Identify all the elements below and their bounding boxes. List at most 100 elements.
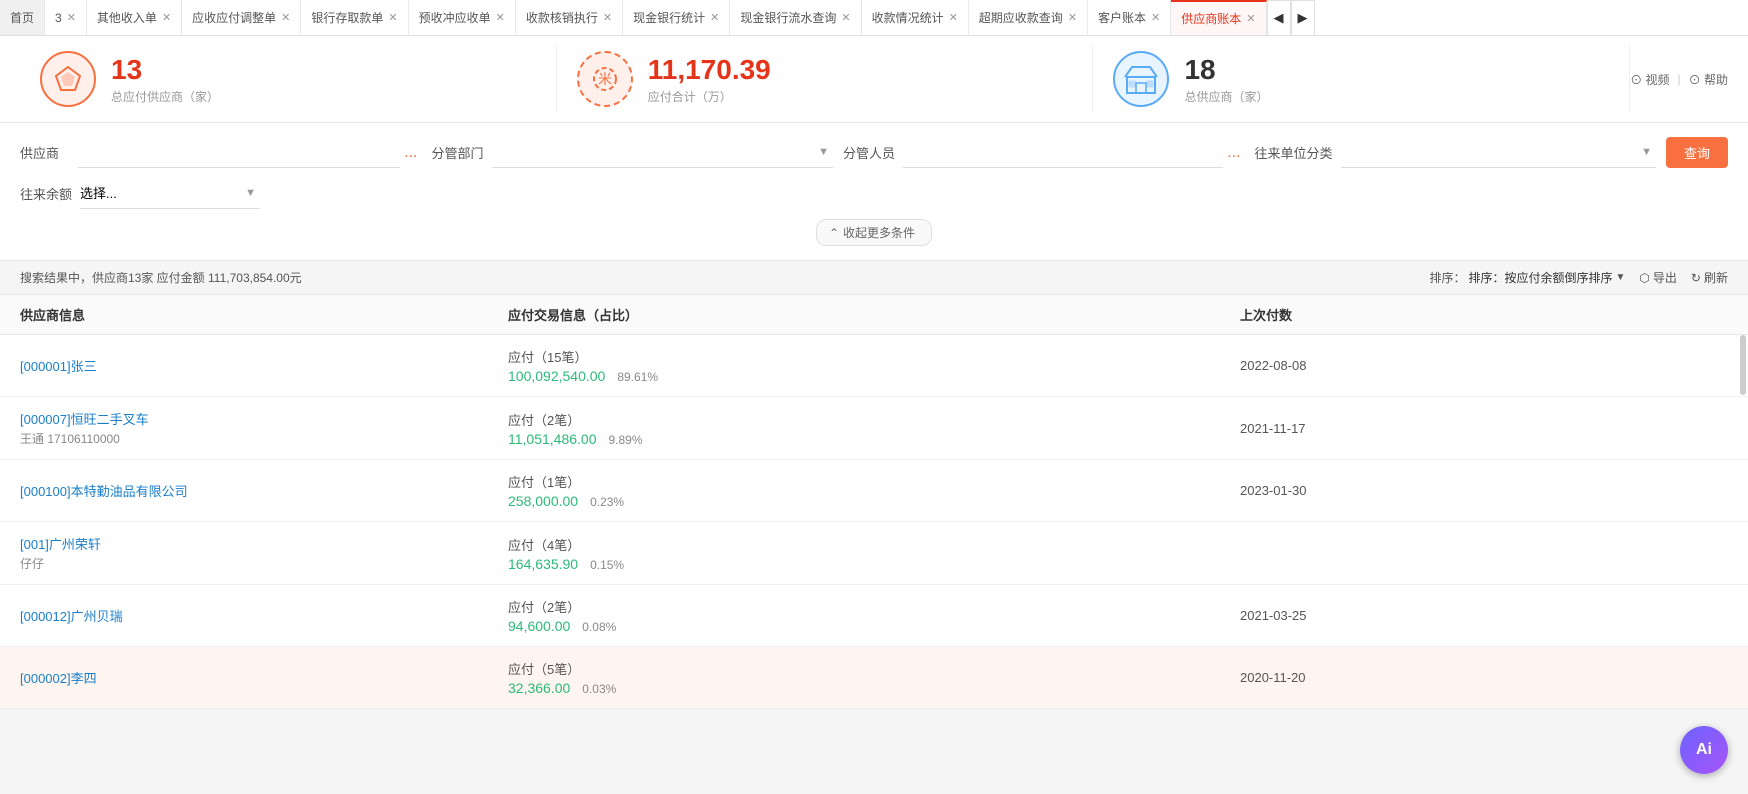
tx-cell: 应付 （5笔） 32,366.00 0.03% [508,659,1240,696]
person-filter-label: 分管人员 [843,143,895,162]
help-link[interactable]: ⊙ 帮助 [1689,71,1728,88]
close-icon[interactable]: ✕ [67,11,76,24]
supplier-link[interactable]: [000012]广州贝瑞 [20,609,123,624]
last-pay-value: 2020-11-20 [1240,670,1306,685]
table-header: 供应商信息 应付交易信息（占比） 上次付数 [0,295,1748,335]
nav-tab-ar-ap-adjust[interactable]: 应收应付调整单 ✕ [182,0,301,35]
supplier-cell: [000001]张三 [20,356,508,375]
supplier-link[interactable]: [001]广州荣轩 [20,537,101,552]
tx-row: 应付 （2笔） [508,410,1240,429]
nav-tab-bank-deposit[interactable]: 银行存取款单 ✕ [301,0,408,35]
close-icon[interactable]: ✕ [1246,12,1255,25]
close-icon[interactable]: ✕ [388,11,397,24]
table-row: [001]广州荣轩仔仔 应付 （4笔） 164,635.90 0.15% [0,522,1748,585]
tx-row: 应付 （15笔） [508,347,1240,366]
filter-area: 供应商 ... 分管部门 ▼ 分管人员 ... 往来单位分类 ▼ 查询 [0,123,1748,261]
balance-select[interactable]: 选择... [80,178,260,208]
top-right-links: ⊙ 视频 | ⊙ 帮助 [1630,71,1728,88]
tx-label: 应付 [508,597,534,616]
nav-tab-customer-book[interactable]: 客户账本 ✕ [1088,0,1171,35]
svg-text:米: 米 [598,71,612,87]
collapse-button[interactable]: ⌃ 收起更多条件 [816,219,932,246]
tx-count: （15笔） [534,347,587,366]
supplier-link[interactable]: [000100]本特勤油品有限公司 [20,484,188,499]
tx-amount[interactable]: 100,092,540.00 [508,368,605,384]
tx-percent: 0.08% [582,620,616,634]
nav-right-arrow[interactable]: ▶ [1291,0,1315,36]
close-icon[interactable]: ✕ [949,11,958,24]
nav-tab-collect-stat[interactable]: 收款情况统计 ✕ [862,0,969,35]
tx-cell: 应付 （1笔） 258,000.00 0.23% [508,472,1240,509]
sort-value[interactable]: 排序：按应付余额倒序排序 [1469,269,1613,286]
nav-tab-overdue-ar[interactable]: 超期应收款查询 ✕ [969,0,1088,35]
video-link[interactable]: ⊙ 视频 [1630,71,1669,88]
tx-cell: 应付 （15笔） 100,092,540.00 89.61% [508,347,1240,384]
refresh-button[interactable]: ↻ 刷新 [1691,269,1728,286]
export-button[interactable]: ⬡ 导出 [1639,269,1677,286]
filter-category: 往来单位分类 ▼ [1255,137,1657,168]
ai-button[interactable]: Ai [1680,726,1728,774]
person-input[interactable] [903,138,1223,168]
close-icon[interactable]: ✕ [281,11,290,24]
nav-tab-pre-collect[interactable]: 预收冲应收单 ✕ [409,0,516,35]
last-pay-cell: 2021-11-17 [1240,421,1728,436]
collapse-up-icon: ⌃ [829,226,839,240]
tx-percent: 0.15% [590,558,624,572]
query-button[interactable]: 查询 [1666,137,1728,168]
nav-tab-collect-verify[interactable]: 收款核销执行 ✕ [516,0,623,35]
close-icon[interactable]: ✕ [496,11,505,24]
tx-label: 应付 [508,347,534,366]
filter-supplier: 供应商 ... [20,138,422,168]
dept-select[interactable] [492,137,833,167]
tx-amount[interactable]: 94,600.00 [508,618,570,634]
supplier-link[interactable]: [000001]张三 [20,359,97,374]
supplier-link[interactable]: [000007]恒旺二手叉车 [20,412,149,427]
dept-select-wrap: ▼ [492,137,833,168]
supplier-cell: [000002]李四 [20,668,508,687]
close-icon[interactable]: ✕ [841,11,850,24]
nav-tab-cash-bank-stat[interactable]: 现金银行统计 ✕ [623,0,730,35]
stat-block-amount: 米 11,170.39 应付合计（万） [557,46,1094,112]
last-pay-cell: 2020-11-20 [1240,670,1728,685]
nav-tab-other-income[interactable]: 其他收入单 ✕ [87,0,182,35]
tx-label: 应付 [508,535,534,554]
scrollbar-y[interactable] [1740,335,1746,395]
tx-amount[interactable]: 164,635.90 [508,556,578,572]
nav-tab-supplier-book[interactable]: 供应商账本 ✕ [1171,0,1266,35]
close-icon[interactable]: ✕ [710,11,719,24]
table-row: [000002]李四 应付 （5笔） 32,366.00 0.03% 2020-… [0,647,1748,709]
tx-row: 应付 （1笔） [508,472,1240,491]
tx-amount-row: 32,366.00 0.03% [508,678,1240,696]
tx-amount[interactable]: 32,366.00 [508,680,570,696]
tx-amount-row: 94,600.00 0.08% [508,616,1240,634]
nav-left-arrow[interactable]: ◀ [1267,0,1291,36]
supplier-cell: [001]广州荣轩仔仔 [20,534,508,572]
supplier-input[interactable] [78,138,400,168]
store-icon [1113,51,1169,107]
close-icon[interactable]: ✕ [162,11,171,24]
result-bar: 搜索结果中，供应商13家 应付金额 111,703,854.00元 排序： 排序… [0,261,1748,295]
tx-amount-row: 11,051,486.00 9.89% [508,429,1240,447]
table-row: [000012]广州贝瑞 应付 （2笔） 94,600.00 0.08% 202… [0,585,1748,647]
close-icon[interactable]: ✕ [603,11,612,24]
person-dots[interactable]: ... [1227,144,1240,162]
close-icon[interactable]: ✕ [1151,11,1160,24]
sort-dropdown-icon: ▼ [1616,272,1626,283]
nav-tab-3[interactable]: 3 ✕ [45,0,87,35]
close-icon[interactable]: ✕ [1068,11,1077,24]
tx-amount[interactable]: 258,000.00 [508,493,578,509]
tx-amount[interactable]: 11,051,486.00 [508,431,597,447]
nav-tab-cash-flow[interactable]: 现金银行流水查询 ✕ [730,0,861,35]
nav-tab-home[interactable]: 首页 [0,0,45,35]
tx-percent: 0.23% [590,495,624,509]
col-header-supplier: 供应商信息 [20,305,508,324]
result-summary: 搜索结果中，供应商13家 应付金额 111,703,854.00元 [20,269,302,286]
stat-label-suppliers: 总应付供应商（家） [111,88,219,105]
filter-balance: 往来余额 选择... ▼ [20,178,260,209]
supplier-dots[interactable]: ... [404,144,417,162]
supplier-cell: [000100]本特勤油品有限公司 [20,481,508,500]
category-select[interactable] [1341,137,1656,167]
tx-label: 应付 [508,410,534,429]
tx-label: 应付 [508,659,534,678]
supplier-link[interactable]: [000002]李四 [20,671,97,686]
